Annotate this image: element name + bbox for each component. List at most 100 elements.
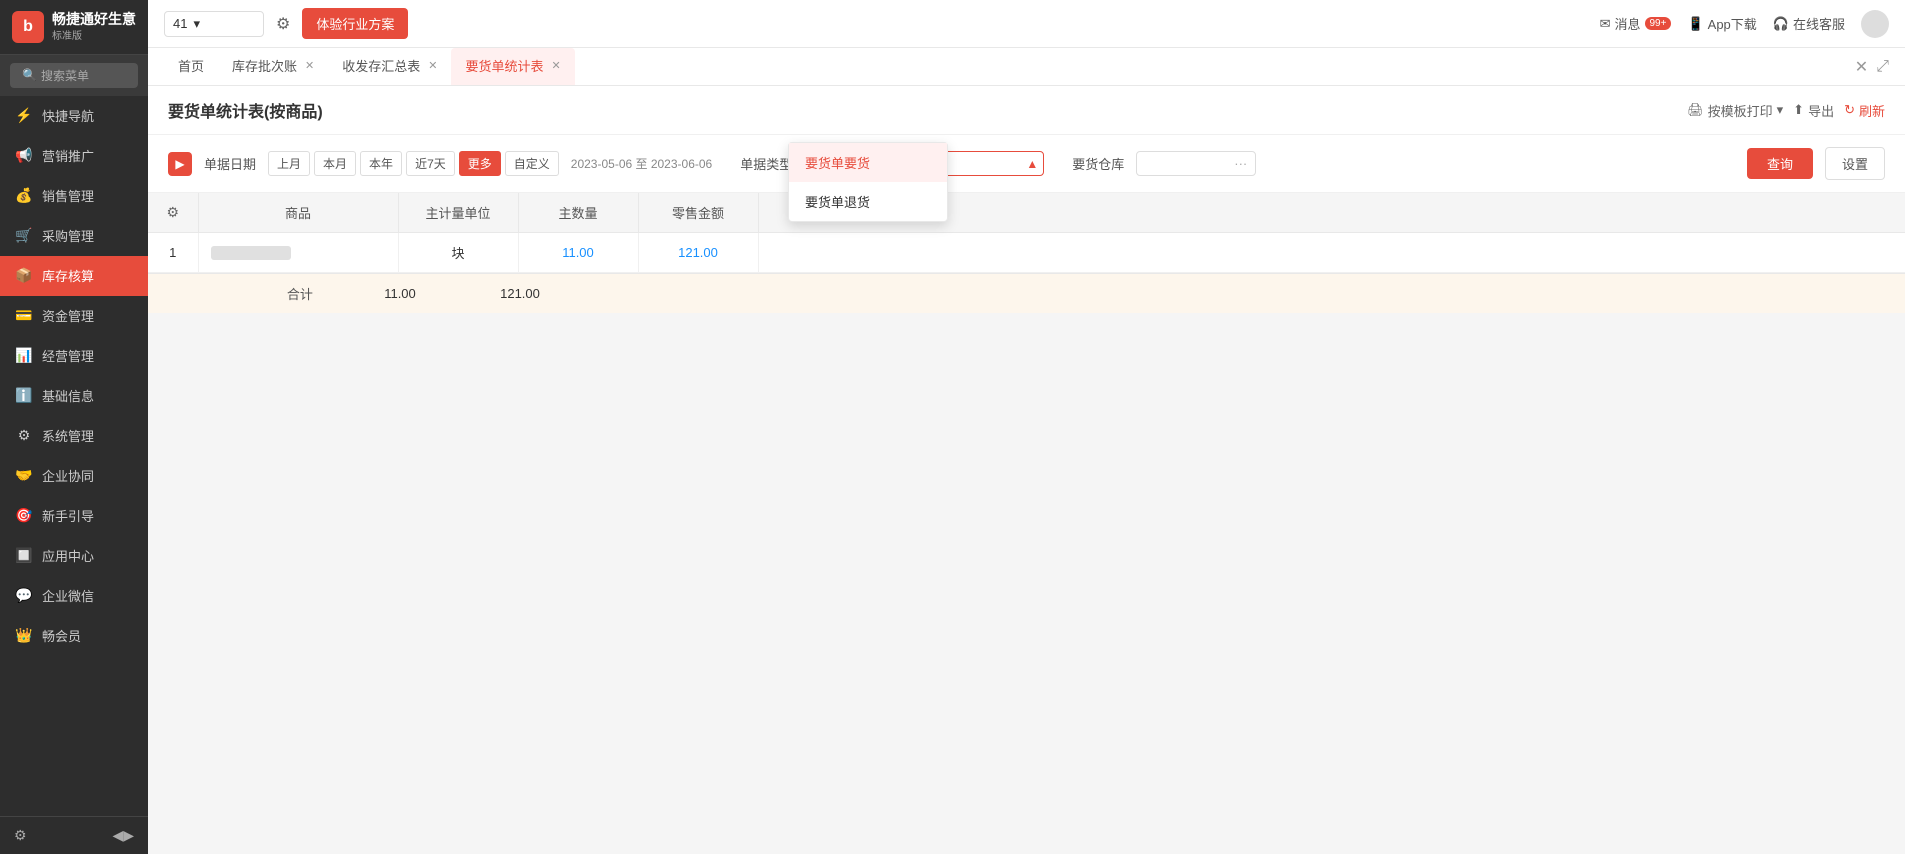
sidebar-item-finance[interactable]: 💳 资金管理 xyxy=(0,296,148,336)
date-btn-more[interactable]: 更多 xyxy=(459,151,501,176)
app-download-btn[interactable]: 📱 App下载 xyxy=(1687,14,1756,33)
date-quick-btns: 上月 本月 本年 近7天 更多 自定义 xyxy=(268,151,559,176)
tab-close-order-stat[interactable]: ✕ xyxy=(552,59,561,72)
date-btn-custom[interactable]: 自定义 xyxy=(505,151,559,176)
cell-product xyxy=(198,233,398,273)
sidebar-item-system[interactable]: ⚙ 系统管理 xyxy=(0,416,148,456)
message-btn[interactable]: ✉ 消息 99+ xyxy=(1600,14,1672,33)
sidebar-item-cooperation[interactable]: 🤝 企业协同 xyxy=(0,456,148,496)
sidebar-item-member[interactable]: 👑 畅会员 xyxy=(0,616,148,656)
marketing-icon: 📢 xyxy=(14,146,34,166)
app-logo: b 畅捷通好生意 标准版 xyxy=(0,0,148,55)
sidebar-item-guide[interactable]: 🎯 新手引导 xyxy=(0,496,148,536)
sidebar-item-wechat[interactable]: 💬 企业微信 xyxy=(0,576,148,616)
tabs-expand[interactable]: ⤢ xyxy=(1876,58,1889,76)
sidebar-item-inventory[interactable]: 📦 库存核算 xyxy=(0,256,148,296)
table-row: 1 块 11.00 121.00 xyxy=(148,233,1905,273)
chevron-down-icon: ▾ xyxy=(1777,102,1784,118)
sidebar-item-label: 畅会员 xyxy=(42,626,81,645)
sidebar-item-label: 快捷导航 xyxy=(42,106,94,125)
sidebar-item-label: 系统管理 xyxy=(42,426,94,445)
export-btn[interactable]: ⬆ 导出 xyxy=(1793,101,1834,120)
tab-order-stat-label: 要货单统计表 xyxy=(465,56,543,75)
date-btn-this-year[interactable]: 本年 xyxy=(360,151,402,176)
sidebar-item-label: 经营管理 xyxy=(42,346,94,365)
inventory-icon: 📦 xyxy=(14,266,34,286)
dropdown-item-order-return[interactable]: 要货单退货 xyxy=(789,182,947,221)
sidebar-item-app-center[interactable]: 🔲 应用中心 xyxy=(0,536,148,576)
tab-close-receivable[interactable]: ✕ xyxy=(428,59,437,72)
sidebar-item-quick-nav[interactable]: ⚡ 快捷导航 xyxy=(0,96,148,136)
sidebar-item-purchase[interactable]: 🛒 采购管理 xyxy=(0,216,148,256)
tab-inventory-label: 库存批次账 xyxy=(232,56,297,75)
filter-expand-btn[interactable]: ▶ xyxy=(168,152,192,176)
tab-home[interactable]: 首页 xyxy=(164,48,218,85)
tab-inventory[interactable]: 库存批次账 ✕ xyxy=(218,48,328,85)
col-header-quantity: 主数量 xyxy=(518,193,638,233)
sidebar-search-btn[interactable]: 🔍 搜索菜单 xyxy=(10,63,138,88)
online-service-label: 在线客服 xyxy=(1793,14,1845,33)
sidebar-item-marketing[interactable]: 📢 营销推广 xyxy=(0,136,148,176)
company-selector[interactable]: 41 ▾ xyxy=(164,11,264,37)
sidebar-item-label: 营销推广 xyxy=(42,146,94,165)
online-service-btn[interactable]: 🎧 在线客服 xyxy=(1773,14,1845,33)
data-table: ⚙ 商品 主计量单位 主数量 零售金额 1 xyxy=(148,193,1905,273)
export-icon: ⬆ xyxy=(1793,102,1804,118)
quantity-link[interactable]: 11.00 xyxy=(562,245,594,260)
amount-link[interactable]: 121.00 xyxy=(678,245,718,260)
warehouse-input[interactable]: ··· xyxy=(1136,151,1256,176)
settings-icon[interactable]: ⚙ xyxy=(14,827,27,844)
purchase-icon: 🛒 xyxy=(14,226,34,246)
tab-close-inventory[interactable]: ✕ xyxy=(305,59,314,72)
sidebar: b 畅捷通好生意 标准版 🔍 搜索菜单 ⚡ 快捷导航 📢 营销推广 💰 销售管理… xyxy=(0,0,148,854)
page-content: 要货单统计表(按商品) 🖨 按模板打印 ▾ ⬆ 导出 ↻ 刷新 ▶ xyxy=(148,86,1905,854)
dropdown-item-order-goods[interactable]: 要货单要货 xyxy=(789,143,947,182)
filter-bar: ▶ 单据日期 上月 本月 本年 近7天 更多 自定义 2023-05-06 至 … xyxy=(148,135,1905,193)
table-footer: 合计 11.00 121.00 xyxy=(148,273,1905,313)
sidebar-item-basic[interactable]: ℹ️ 基础信息 xyxy=(0,376,148,416)
type-label: 单据类型 xyxy=(740,154,792,173)
guide-icon: 🎯 xyxy=(14,506,34,526)
avatar[interactable] xyxy=(1861,10,1889,38)
date-range-display: 2023-05-06 至 2023-06-06 xyxy=(571,155,712,172)
page-header: 要货单统计表(按商品) 🖨 按模板打印 ▾ ⬆ 导出 ↻ 刷新 xyxy=(148,86,1905,135)
type-dropdown-arrow[interactable]: ▲ xyxy=(1026,157,1038,171)
message-icon: ✉ xyxy=(1600,16,1611,32)
industry-btn[interactable]: 体验行业方案 xyxy=(302,8,408,39)
sidebar-item-sales[interactable]: 💰 销售管理 xyxy=(0,176,148,216)
logo-text: 畅捷通好生意 标准版 xyxy=(52,10,136,44)
query-btn[interactable]: 查询 xyxy=(1747,148,1813,179)
refresh-btn[interactable]: ↻ 刷新 xyxy=(1844,101,1885,120)
settings-btn[interactable]: 设置 xyxy=(1825,147,1885,180)
gear-icon[interactable]: ⚙ xyxy=(276,14,290,34)
sidebar-search-area[interactable]: 🔍 搜索菜单 xyxy=(0,55,148,96)
column-settings-icon[interactable]: ⚙ xyxy=(166,204,179,220)
quick-nav-icon: ⚡ xyxy=(14,106,34,126)
tabs-actions: ✕ ⤢ xyxy=(1855,57,1889,77)
warehouse-label: 要货仓库 xyxy=(1072,154,1124,173)
date-btn-this-month[interactable]: 本月 xyxy=(314,151,356,176)
print-btn[interactable]: 🖨 按模板打印 ▾ xyxy=(1687,101,1783,120)
sidebar-item-label: 库存核算 xyxy=(42,266,94,285)
date-btn-last-month[interactable]: 上月 xyxy=(268,151,310,176)
date-label: 单据日期 xyxy=(204,154,256,173)
sidebar-item-operation[interactable]: 📊 经营管理 xyxy=(0,336,148,376)
sidebar-nav: ⚡ 快捷导航 📢 营销推广 💰 销售管理 🛒 采购管理 📦 库存核算 💳 资金管… xyxy=(0,96,148,816)
sidebar-footer: ⚙ ◀▶ xyxy=(0,816,148,854)
message-badge: 99+ xyxy=(1645,17,1672,30)
sidebar-item-label: 新手引导 xyxy=(42,506,94,525)
header-left: 41 ▾ ⚙ 体验行业方案 xyxy=(164,8,408,39)
app-icon: 📱 xyxy=(1687,16,1703,32)
page-title: 要货单统计表(按商品) xyxy=(168,98,323,134)
tab-order-stat[interactable]: 要货单统计表 ✕ xyxy=(451,48,574,85)
app-download-label: App下载 xyxy=(1708,14,1757,33)
finance-icon: 💳 xyxy=(14,306,34,326)
tabs-close-all[interactable]: ✕ xyxy=(1855,57,1868,77)
selector-value: 41 xyxy=(173,16,187,31)
tabs-bar: 首页 库存批次账 ✕ 收发存汇总表 ✕ 要货单统计表 ✕ ✕ ⤢ xyxy=(148,48,1905,86)
tab-receivable[interactable]: 收发存汇总表 ✕ xyxy=(328,48,451,85)
cell-no: 1 xyxy=(148,233,198,273)
tab-home-label: 首页 xyxy=(178,56,204,75)
collapse-icon[interactable]: ◀▶ xyxy=(112,827,134,844)
date-btn-7days[interactable]: 近7天 xyxy=(406,151,455,176)
